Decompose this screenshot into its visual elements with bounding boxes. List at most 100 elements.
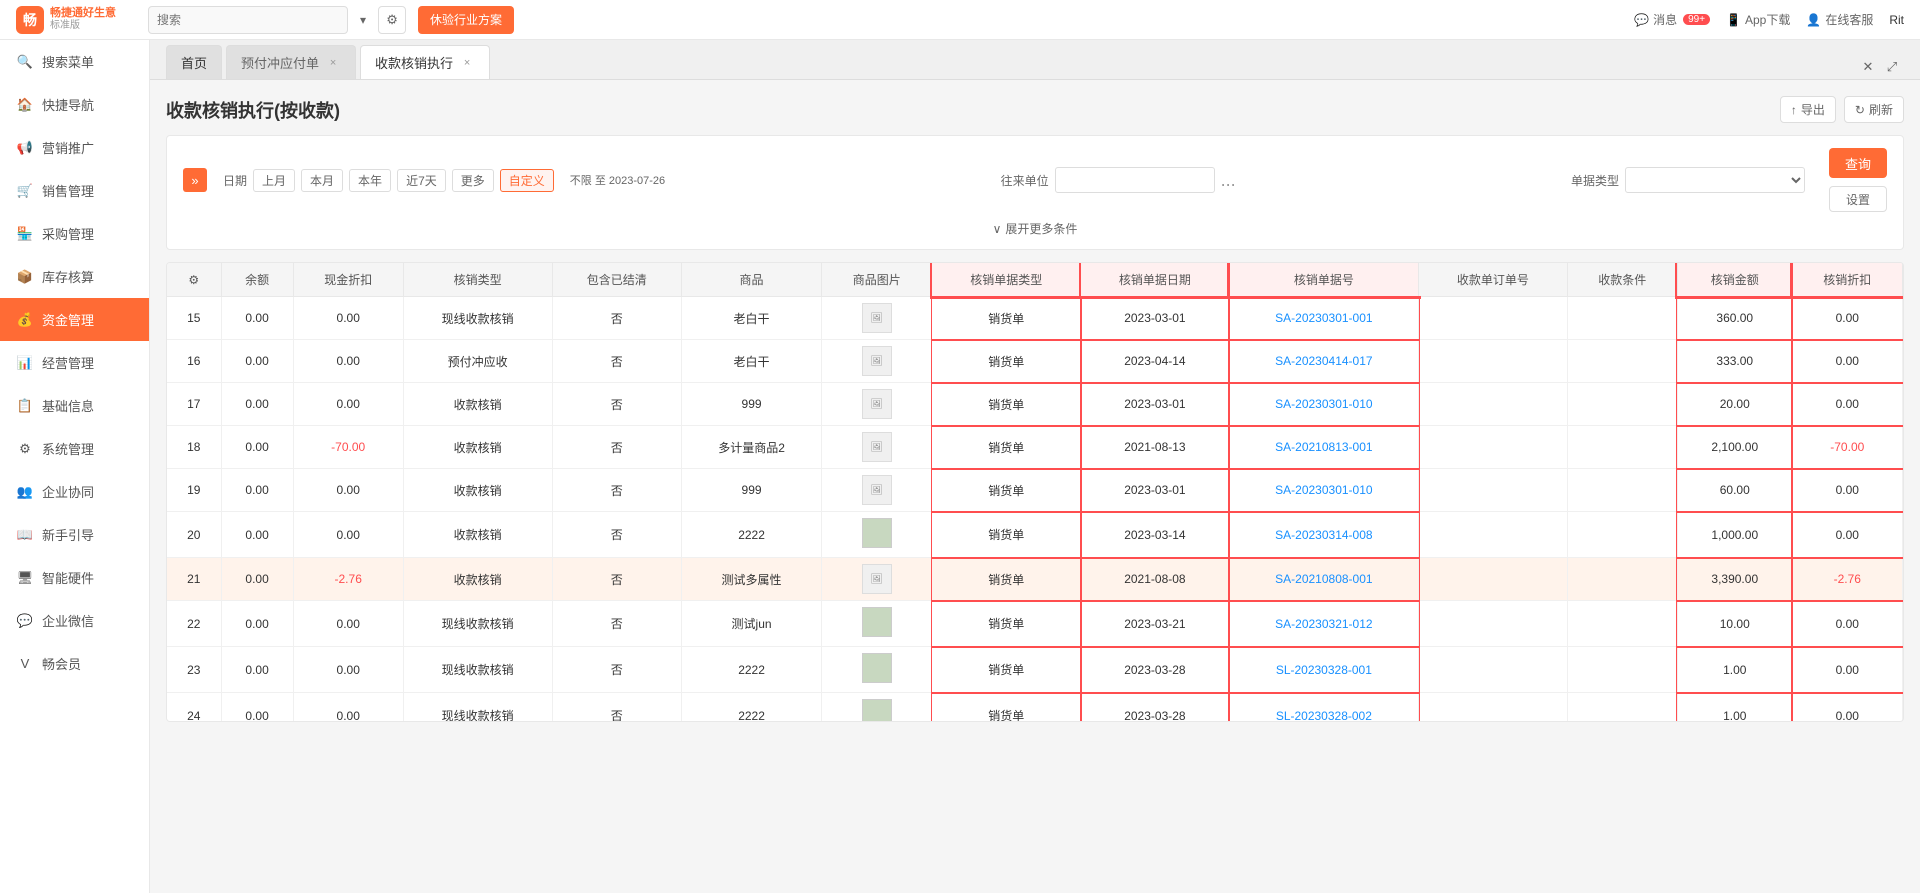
cell-verify-type: 收款核销 <box>403 383 552 426</box>
voucher-no-link[interactable]: SA-20230414-017 <box>1275 354 1372 368</box>
expand-more-btn[interactable]: ∨ 展开更多条件 <box>993 220 1078 237</box>
goods-image: 🖼 <box>862 389 892 419</box>
cell-goods: 老白干 <box>681 297 821 340</box>
cell-receipt-condition <box>1567 340 1677 383</box>
sidebar-item-enterprise[interactable]: 👥 企业协同 <box>0 470 149 513</box>
cell-voucher-date: 2023-03-28 <box>1081 647 1230 693</box>
filter-this-month[interactable]: 本月 <box>301 169 343 192</box>
voucher-no-link[interactable]: SA-20210808-001 <box>1275 572 1372 586</box>
voucher-no-link[interactable]: SL-20230328-001 <box>1276 663 1372 677</box>
cell-balance: 0.00 <box>221 647 293 693</box>
message-item[interactable]: 💬 消息 99+ <box>1634 11 1710 28</box>
voucher-no-link[interactable]: SA-20230301-010 <box>1275 483 1372 497</box>
voucher-no-link[interactable]: SA-20210813-001 <box>1275 440 1372 454</box>
cell-include-settled: 否 <box>552 693 681 723</box>
box-icon: 📦 <box>16 268 34 286</box>
page-actions: ↑ 导出 ↻ 刷新 <box>1780 96 1904 123</box>
filter-7days[interactable]: 近7天 <box>397 169 446 192</box>
voucher-no-link[interactable]: SA-20230314-008 <box>1275 528 1372 542</box>
th-voucher-date: 核销单据日期 <box>1081 263 1230 297</box>
sidebar-label-hardware: 智能硬件 <box>42 568 94 587</box>
tab-prepay-label: 预付冲应付单 <box>241 53 319 72</box>
top-bar-right: 💬 消息 99+ 📱 App下载 👤 在线客服 Rit <box>1634 11 1904 28</box>
cell-voucher-type: 销货单 <box>932 297 1081 340</box>
cell-verify-amount: 60.00 <box>1677 469 1792 512</box>
cell-verify-type: 现线收款核销 <box>403 601 552 647</box>
dropdown-button[interactable]: ▾ <box>360 6 366 34</box>
cell-verify-type: 现线收款核销 <box>403 647 552 693</box>
cell-no: 20 <box>167 512 221 558</box>
filter-partner: 往来单位 ... <box>1001 167 1236 193</box>
search-input[interactable] <box>148 6 348 34</box>
sidebar-label-member: 畅会员 <box>42 654 81 673</box>
cell-goods-img <box>822 512 932 558</box>
cell-goods-img: 🖼 <box>822 297 932 340</box>
voucher-no-link[interactable]: SA-20230301-010 <box>1275 397 1372 411</box>
th-balance: 余额 <box>221 263 293 297</box>
sidebar-item-member[interactable]: V 畅会员 <box>0 642 149 685</box>
filter-expand-icon[interactable]: » <box>183 168 207 192</box>
settings-button[interactable]: 设置 <box>1829 186 1887 212</box>
sidebar-item-inventory[interactable]: 📦 库存核算 <box>0 255 149 298</box>
tab-receipt-close[interactable]: × <box>459 55 475 71</box>
sidebar-item-guide[interactable]: 📖 新手引导 <box>0 513 149 556</box>
filter-custom[interactable]: 自定义 <box>500 169 554 192</box>
tab-prepay-close[interactable]: × <box>325 55 341 71</box>
voucher-no-link[interactable]: SA-20230301-001 <box>1275 311 1372 325</box>
tab-home[interactable]: 首页 <box>166 45 222 79</box>
sidebar-item-search[interactable]: 🔍 搜索菜单 <box>0 40 149 83</box>
cell-balance: 0.00 <box>221 558 293 601</box>
data-table-container: ⚙ 余额 现金折扣 核销类型 包含已结清 商品 商品图片 核销单据类型 核销单据… <box>166 262 1904 722</box>
sidebar-item-quicknav[interactable]: 🏠 快捷导航 <box>0 83 149 126</box>
cell-verify-amount: 3,390.00 <box>1677 558 1792 601</box>
voucher-no-link[interactable]: SL-20230328-002 <box>1276 709 1372 723</box>
tab-expand-button[interactable]: ⤢ <box>1880 55 1904 79</box>
sidebar-item-system[interactable]: ⚙ 系统管理 <box>0 427 149 470</box>
filter-last-month[interactable]: 上月 <box>253 169 295 192</box>
app-download-item[interactable]: 📱 App下载 <box>1726 11 1790 28</box>
online-service-item[interactable]: 👤 在线客服 <box>1806 11 1873 28</box>
sidebar-item-wechat[interactable]: 💬 企业微信 <box>0 599 149 642</box>
cell-verify-discount: 0.00 <box>1792 340 1902 383</box>
cell-receipt-condition <box>1567 558 1677 601</box>
sidebar-item-hardware[interactable]: 🖥 智能硬件 <box>0 556 149 599</box>
tab-home-label: 首页 <box>181 53 207 72</box>
refresh-icon: ↻ <box>1855 103 1865 117</box>
sidebar-item-finance[interactable]: 💰 资金管理 <box>0 298 149 341</box>
settings-icon[interactable]: ⚙ <box>378 6 406 34</box>
th-receipt-order-no: 收款单订单号 <box>1419 263 1568 297</box>
tab-close-all-button[interactable]: ✕ <box>1856 55 1880 79</box>
sidebar-item-business[interactable]: 📊 经营管理 <box>0 341 149 384</box>
cell-include-settled: 否 <box>552 297 681 340</box>
device-icon: 🖥 <box>16 569 34 587</box>
table-row: 16 0.00 0.00 预付冲应收 否 老白干 🖼 销货单 2023-04-1… <box>167 340 1903 383</box>
voucher-no-link[interactable]: SA-20230321-012 <box>1275 617 1372 631</box>
page-title: 收款核销执行(按收款) <box>166 97 340 123</box>
cell-no: 23 <box>167 647 221 693</box>
voucher-type-select[interactable] <box>1625 167 1805 193</box>
cell-balance: 0.00 <box>221 340 293 383</box>
filter-more[interactable]: 更多 <box>452 169 494 192</box>
partner-input[interactable] <box>1055 167 1215 193</box>
cell-voucher-no: SL-20230328-002 <box>1229 693 1418 723</box>
data-table: ⚙ 余额 现金折扣 核销类型 包含已结清 商品 商品图片 核销单据类型 核销单据… <box>167 263 1903 722</box>
sidebar-item-purchase[interactable]: 🏪 采购管理 <box>0 212 149 255</box>
refresh-button[interactable]: ↻ 刷新 <box>1844 96 1904 123</box>
export-button[interactable]: ↑ 导出 <box>1780 96 1836 123</box>
tab-prepay[interactable]: 预付冲应付单 × <box>226 45 356 79</box>
query-button[interactable]: 查询 <box>1829 148 1887 178</box>
table-row: 24 0.00 0.00 现线收款核销 否 2222 销货单 2023-03-2… <box>167 693 1903 723</box>
tab-receipt[interactable]: 收款核销执行 × <box>360 45 490 79</box>
sidebar-item-sales[interactable]: 🛒 销售管理 <box>0 169 149 212</box>
cell-verify-amount: 1.00 <box>1677 647 1792 693</box>
industry-button[interactable]: 休验行业方案 <box>418 6 514 34</box>
filter-this-year[interactable]: 本年 <box>349 169 391 192</box>
cell-receipt-order-no <box>1419 512 1568 558</box>
sidebar-item-marketing[interactable]: 📢 营销推广 <box>0 126 149 169</box>
cell-goods: 2222 <box>681 647 821 693</box>
cart-icon: 🛒 <box>16 182 34 200</box>
cell-verify-discount: 0.00 <box>1792 469 1902 512</box>
cell-cash-discount: -2.76 <box>293 558 403 601</box>
sidebar-item-basic[interactable]: 📋 基础信息 <box>0 384 149 427</box>
cell-voucher-date: 2023-03-01 <box>1081 383 1230 426</box>
